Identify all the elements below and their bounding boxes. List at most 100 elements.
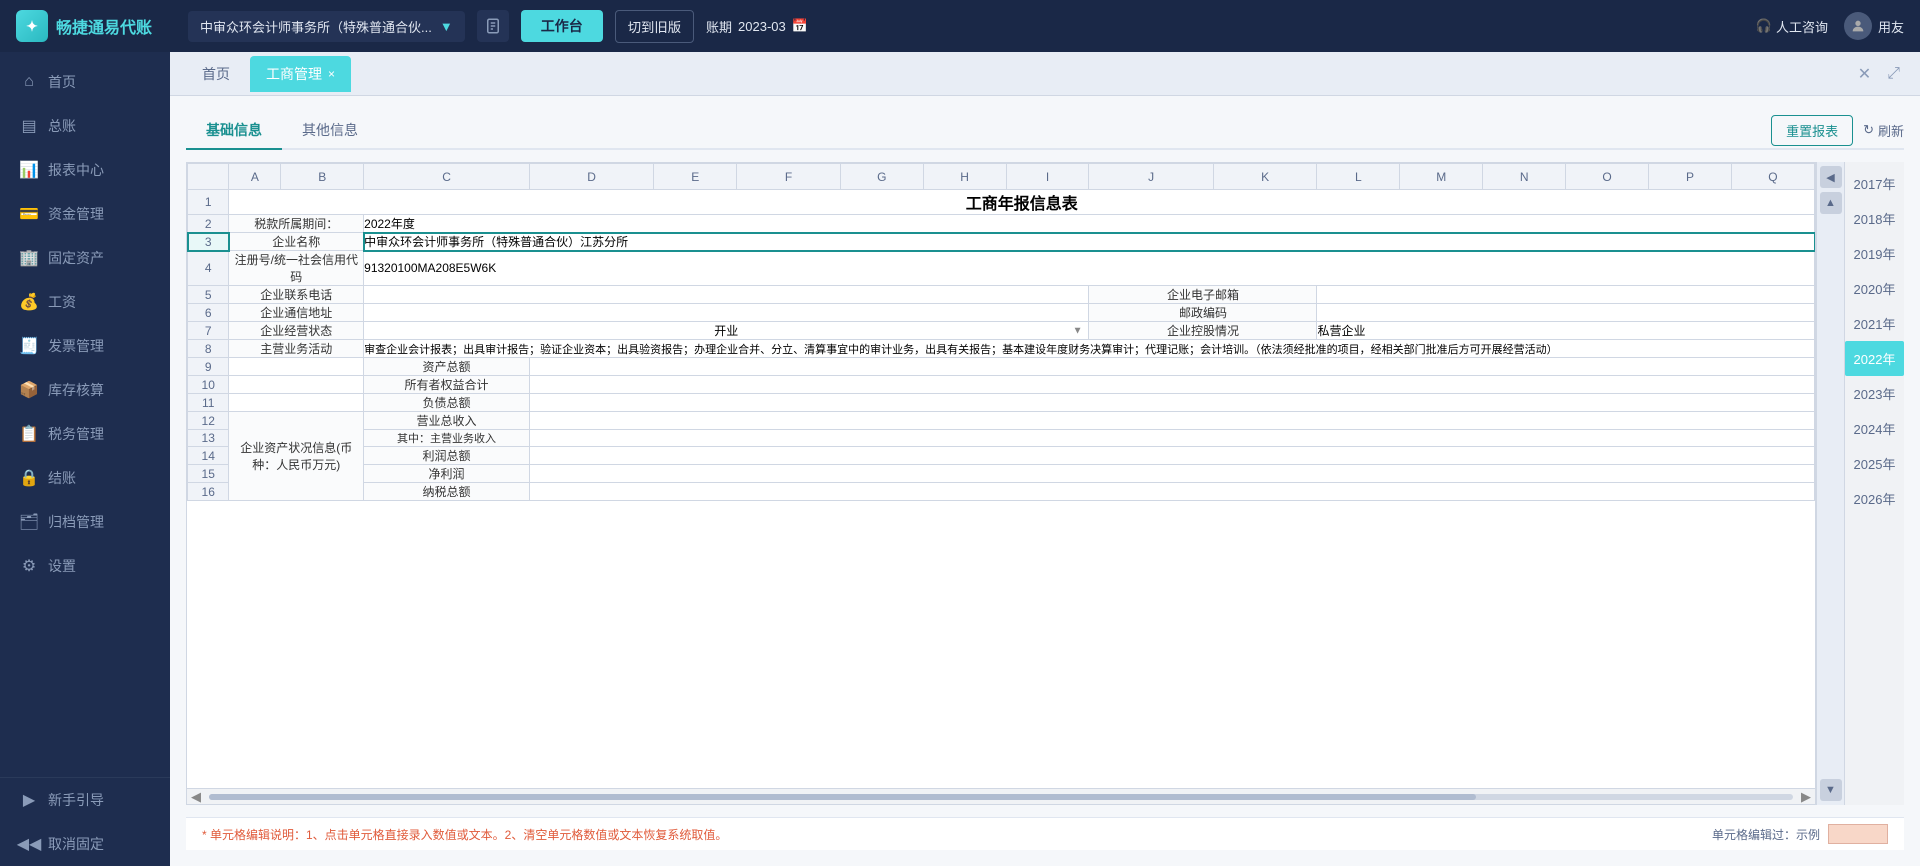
- horizontal-scrollbar[interactable]: ◀ ▶: [187, 788, 1815, 804]
- year-2022[interactable]: 2022年: [1845, 341, 1904, 376]
- sidebar-label-guide: 新手引导: [48, 790, 104, 810]
- assets-value-cell[interactable]: [529, 358, 1814, 376]
- year-2019[interactable]: 2019年: [1845, 236, 1904, 271]
- year-2020[interactable]: 2020年: [1845, 271, 1904, 306]
- period-value-cell[interactable]: 2022年度: [364, 215, 1815, 233]
- status-bar: * 单元格编辑说明：1、点击单元格直接录入数值或文本。2、清空单元格数值或文本恢…: [186, 817, 1904, 850]
- tab-business[interactable]: 工商管理 ×: [250, 56, 351, 92]
- sidebar-item-unpin[interactable]: ◀◀ 取消固定: [0, 822, 170, 866]
- sidebar-item-assets[interactable]: 🏢 固定资产: [0, 236, 170, 280]
- revenue-value-cell[interactable]: [529, 412, 1814, 430]
- year-2024[interactable]: 2024年: [1845, 411, 1904, 446]
- address-value-cell[interactable]: [364, 304, 1089, 322]
- table-row: 6 企业通信地址 邮政编码: [188, 304, 1815, 322]
- col-header-q[interactable]: Q: [1731, 164, 1814, 190]
- main-revenue-value-cell[interactable]: [529, 430, 1814, 447]
- col-header-g[interactable]: G: [840, 164, 923, 190]
- year-2017[interactable]: 2017年: [1845, 166, 1904, 201]
- sidebar-item-inventory[interactable]: 📦 库存核算: [0, 368, 170, 412]
- main-biz-value-cell[interactable]: 审查企业会计报表；出具审计报告；验证企业资本；出具验资报告；办理企业合并、分立、…: [364, 340, 1815, 358]
- sidebar-item-tax[interactable]: 📋 税务管理: [0, 412, 170, 456]
- refresh-button[interactable]: ↻ 刷新: [1863, 121, 1904, 140]
- net-profit-label-cell: 净利润: [364, 465, 530, 483]
- sidebar-item-settings[interactable]: ⚙ 设置: [0, 544, 170, 588]
- col-header-p[interactable]: P: [1649, 164, 1732, 190]
- col-header-a[interactable]: A: [229, 164, 281, 190]
- scroll-left-icon[interactable]: ◀: [191, 789, 201, 805]
- postcode-value-cell[interactable]: [1317, 304, 1815, 322]
- year-2021[interactable]: 2021年: [1845, 306, 1904, 341]
- sidebar-item-finance[interactable]: 💳 资金管理: [0, 192, 170, 236]
- year-2025[interactable]: 2025年: [1845, 446, 1904, 481]
- control-label-cell: 企业控股情况: [1089, 322, 1317, 340]
- col-header-o[interactable]: O: [1566, 164, 1649, 190]
- col-header-b[interactable]: B: [281, 164, 364, 190]
- user-area[interactable]: 用友: [1844, 12, 1904, 40]
- col-header-f[interactable]: F: [737, 164, 841, 190]
- user-label: 用友: [1878, 17, 1904, 36]
- sidebar-item-guide[interactable]: ▶ 新手引导: [0, 778, 170, 822]
- col-header-j[interactable]: J: [1089, 164, 1213, 190]
- headset-icon: 🎧: [1756, 18, 1772, 34]
- tab-expand-button[interactable]: ⤢: [1883, 60, 1904, 88]
- net-profit-value-cell[interactable]: [529, 465, 1814, 483]
- reg-code-value-cell[interactable]: 91320100MA208E5W6K: [364, 251, 1815, 286]
- year-2023[interactable]: 2023年: [1845, 376, 1904, 411]
- col-header-c[interactable]: C: [364, 164, 530, 190]
- right-arrows: ◀ ▲ ▼: [1816, 162, 1844, 805]
- company-name-value-cell[interactable]: 中审众环会计师事务所（特殊普通合伙）江苏分所: [364, 233, 1815, 251]
- equity-value-cell[interactable]: [529, 376, 1814, 394]
- expand-right-button[interactable]: ▲: [1820, 192, 1842, 214]
- tab-bar-actions: ✕ ⤢: [1854, 60, 1904, 88]
- doc-icon[interactable]: [477, 10, 509, 42]
- sidebar-item-payroll[interactable]: 💰 工资: [0, 280, 170, 324]
- calendar-icon[interactable]: 📅: [792, 18, 808, 34]
- table-row: 13 其中：主营业务收入: [188, 430, 1815, 447]
- tel-value-cell[interactable]: [364, 286, 1089, 304]
- scroll-track[interactable]: [209, 794, 1793, 800]
- col-header-l[interactable]: L: [1317, 164, 1400, 190]
- year-2018[interactable]: 2018年: [1845, 201, 1904, 236]
- tab-close-button[interactable]: ✕: [1854, 60, 1875, 88]
- content-area: 首页 工商管理 × ✕ ⤢ 基础信息 其他信息 重置报表 ↻ 刷新: [170, 52, 1920, 866]
- sub-tab-basic[interactable]: 基础信息: [186, 112, 282, 150]
- sub-tab-other[interactable]: 其他信息: [282, 112, 378, 150]
- sidebar-item-invoice[interactable]: 🧾 发票管理: [0, 324, 170, 368]
- sidebar-item-archive[interactable]: 🗂 归档管理: [0, 500, 170, 544]
- liability-value-cell[interactable]: [529, 394, 1814, 412]
- spreadsheet-container[interactable]: A B C D E F G H I J: [187, 163, 1815, 788]
- profit-value-cell[interactable]: [529, 447, 1814, 465]
- year-2026[interactable]: 2026年: [1845, 481, 1904, 516]
- old-version-button[interactable]: 切到旧版: [615, 10, 694, 43]
- finance-icon: 💳: [20, 205, 38, 223]
- col-header-d[interactable]: D: [529, 164, 653, 190]
- spreadsheet-wrapper: A B C D E F G H I J: [186, 162, 1816, 805]
- company-selector[interactable]: 中审众环会计师事务所（特殊普通合伙... ▼: [188, 11, 465, 42]
- collapse-right-button[interactable]: ◀: [1820, 166, 1842, 188]
- sidebar-label-payroll: 工资: [48, 292, 76, 312]
- service-button[interactable]: 🎧 人工咨询: [1756, 17, 1828, 36]
- workbench-button[interactable]: 工作台: [521, 10, 603, 42]
- col-header-e[interactable]: E: [654, 164, 737, 190]
- sidebar-item-ledger[interactable]: ▤ 总账: [0, 104, 170, 148]
- sidebar-item-report[interactable]: 📊 报表中心: [0, 148, 170, 192]
- collapse-down-button[interactable]: ▼: [1820, 779, 1842, 801]
- col-header-h[interactable]: H: [923, 164, 1006, 190]
- sidebar-item-close[interactable]: 🔒 结账: [0, 456, 170, 500]
- tab-home[interactable]: 首页: [186, 56, 246, 92]
- guide-icon: ▶: [20, 791, 38, 809]
- scroll-right-icon[interactable]: ▶: [1801, 789, 1811, 805]
- col-header-m[interactable]: M: [1400, 164, 1483, 190]
- col-header-k[interactable]: K: [1213, 164, 1317, 190]
- biz-status-value-cell[interactable]: 开业 ▼: [364, 322, 1089, 340]
- report-icon: 📊: [20, 161, 38, 179]
- tax-value-cell[interactable]: [529, 483, 1814, 501]
- control-value-cell[interactable]: 私营企业: [1317, 322, 1815, 340]
- status-hint: * 单元格编辑说明：1、点击单元格直接录入数值或文本。2、清空单元格数值或文本恢…: [202, 826, 727, 843]
- email-value-cell[interactable]: [1317, 286, 1815, 304]
- sidebar-item-home[interactable]: ⌂ 首页: [0, 60, 170, 104]
- col-header-n[interactable]: N: [1483, 164, 1566, 190]
- col-header-i[interactable]: I: [1006, 164, 1089, 190]
- reset-button[interactable]: 重置报表: [1771, 115, 1853, 146]
- tab-close-icon[interactable]: ×: [328, 67, 335, 81]
